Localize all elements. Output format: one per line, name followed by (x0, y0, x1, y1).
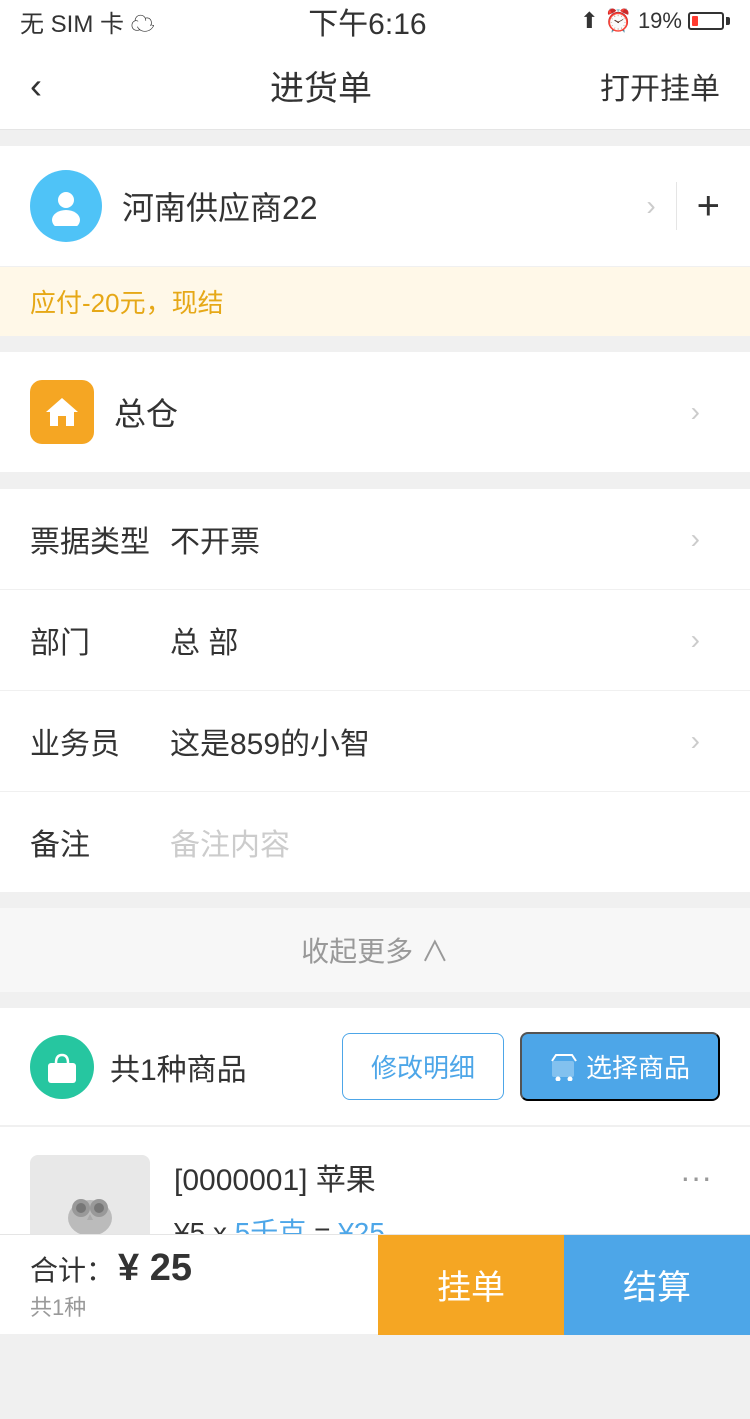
invoice-type-label: 票据类型 (30, 517, 170, 561)
select-product-button[interactable]: 选择商品 (520, 1032, 720, 1101)
home-icon (44, 394, 80, 430)
checkout-button[interactable]: 结算 (564, 1235, 750, 1335)
open-hang-button[interactable]: 打开挂单 (600, 64, 720, 108)
remark-input[interactable]: 备注内容 (170, 820, 720, 864)
status-left: 无 SIM 卡 ☁ (20, 4, 155, 39)
edit-detail-button[interactable]: 修改明细 (342, 1033, 504, 1100)
product-name: [0000001] 苹果 (174, 1155, 672, 1199)
divider-top (0, 130, 750, 146)
products-count: 共1种商品 (110, 1045, 342, 1089)
collapse-button[interactable]: 收起更多 ∧ (0, 908, 750, 992)
supplier-avatar (30, 170, 102, 242)
no-sim-text: 无 SIM 卡 ☁ (20, 4, 155, 39)
location-icon: ⬆ (580, 8, 598, 34)
back-button[interactable]: ‹ (30, 65, 42, 107)
product-code: [0000001] (174, 1164, 307, 1197)
status-time: 下午6:16 (308, 0, 426, 43)
user-icon (46, 186, 86, 226)
page-title: 进货单 (270, 61, 372, 110)
total-count: 共1种 (30, 1290, 348, 1322)
supplier-chevron-icon: › (646, 190, 655, 222)
department-row[interactable]: 部门 总 部 › (0, 589, 750, 690)
products-icon (30, 1035, 94, 1099)
alarm-icon: ⏰ (605, 8, 632, 34)
battery-icon (688, 12, 730, 30)
warehouse-section: 总仓 › (0, 352, 750, 472)
total-area: 合计： ¥ 25 共1种 (0, 1247, 378, 1322)
battery-text: 19% (638, 8, 682, 34)
total-label: 合计： (30, 1249, 114, 1289)
form-section: 票据类型 不开票 › 部门 总 部 › 业务员 这是859的小智 › 备注 备注… (0, 488, 750, 892)
remark-label: 备注 (30, 820, 170, 864)
nav-bar: ‹ 进货单 打开挂单 (0, 42, 750, 130)
salesperson-label: 业务员 (30, 719, 170, 763)
status-bar: 无 SIM 卡 ☁ 下午6:16 ⬆ ⏰ 19% (0, 0, 750, 42)
department-chevron-icon: › (691, 624, 700, 656)
add-supplier-button[interactable]: + (697, 184, 720, 229)
supplier-name: 河南供应商22 (122, 183, 646, 229)
warehouse-name: 总仓 (114, 389, 691, 435)
supplier-notice: 应付-20元，现结 (0, 267, 750, 336)
invoice-type-value: 不开票 (170, 517, 691, 561)
invoice-type-row[interactable]: 票据类型 不开票 › (0, 488, 750, 589)
bag-icon (44, 1049, 80, 1085)
department-label: 部门 (30, 618, 170, 662)
remark-row[interactable]: 备注 备注内容 (0, 791, 750, 892)
bottom-bar: 合计： ¥ 25 共1种 挂单 结算 (0, 1234, 750, 1334)
salesperson-row[interactable]: 业务员 这是859的小智 › (0, 690, 750, 791)
status-right: ⬆ ⏰ 19% (580, 8, 730, 34)
total-amount: ¥ 25 (118, 1247, 192, 1290)
warehouse-chevron-icon: › (691, 396, 700, 428)
hang-button[interactable]: 挂单 (378, 1235, 564, 1335)
salesperson-value: 这是859的小智 (170, 719, 691, 763)
warehouse-row[interactable]: 总仓 › (0, 352, 750, 472)
invoice-type-chevron-icon: › (691, 523, 700, 555)
department-value: 总 部 (170, 618, 691, 662)
salesperson-chevron-icon: › (691, 725, 700, 757)
divider-products (0, 992, 750, 1008)
product-more-button[interactable]: ··· (672, 1155, 720, 1200)
supplier-divider (676, 182, 677, 230)
cart-icon (550, 1053, 578, 1081)
select-product-label: 选择商品 (586, 1048, 690, 1085)
supplier-section: 河南供应商22 › + 应付-20元，现结 (0, 146, 750, 336)
products-header: 共1种商品 修改明细 选择商品 (0, 1008, 750, 1126)
product-title: 苹果 (316, 1164, 376, 1197)
supplier-row[interactable]: 河南供应商22 › + (0, 146, 750, 267)
warehouse-icon (30, 380, 94, 444)
